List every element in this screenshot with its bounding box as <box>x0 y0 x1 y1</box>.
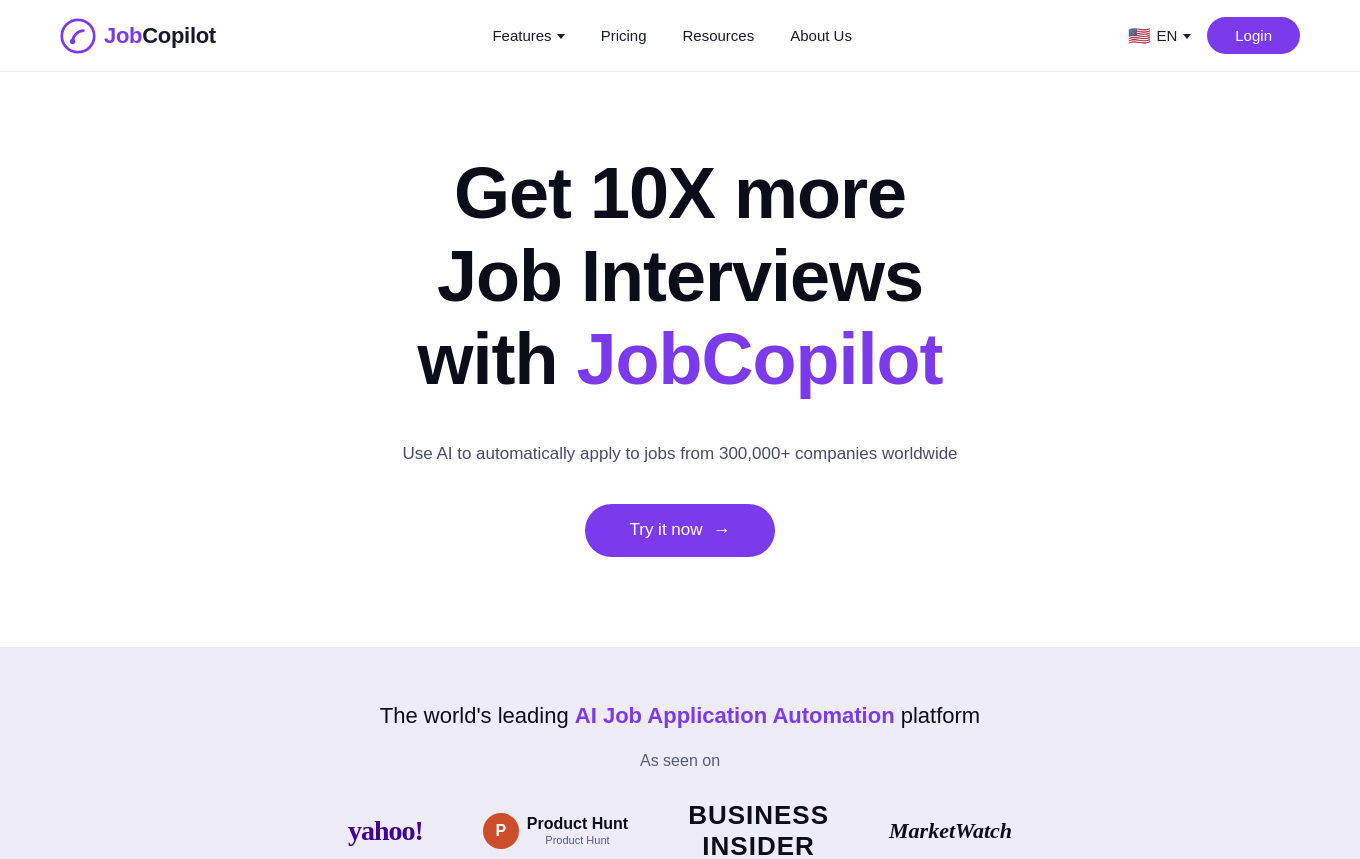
title-suffix: platform <box>895 703 981 728</box>
producthunt-logo: P Product Hunt Product Hunt <box>483 813 628 849</box>
nav-label-pricing: Pricing <box>601 27 647 44</box>
svg-point-0 <box>62 19 94 51</box>
hero-line1: Get 10X more <box>454 153 906 233</box>
try-now-button[interactable]: Try it now → <box>585 504 774 557</box>
nav-label-resources: Resources <box>682 27 754 44</box>
nav-links: Features Pricing Resources About Us <box>492 27 851 44</box>
nav-link-about[interactable]: About Us <box>790 27 852 44</box>
hero-line2: Job Interviews <box>437 236 923 316</box>
hero-subtitle: Use AI to automatically apply to jobs fr… <box>402 440 957 467</box>
logo-copilot: Copilot <box>142 23 216 48</box>
nav-right: 🇺🇸 EN Login <box>1128 17 1300 54</box>
social-proof-section: The world's leading AI Job Application A… <box>0 647 1360 859</box>
ph-circle-icon: P <box>483 813 519 849</box>
title-highlight: AI Job Application Automation <box>575 703 895 728</box>
hero-brand: JobCopilot <box>577 319 943 399</box>
business-insider-logo: BUSINESSINSIDER <box>688 800 829 859</box>
flag-icon: 🇺🇸 <box>1128 25 1150 47</box>
nav-link-resources[interactable]: Resources <box>682 27 754 44</box>
logo-icon <box>60 18 96 54</box>
title-prefix: The world's leading <box>380 703 575 728</box>
hero-heading: Get 10X more Job Interviews with JobCopi… <box>418 152 943 400</box>
nav-item-features[interactable]: Features <box>492 27 564 44</box>
press-logos: yahoo! P Product Hunt Product Hunt BUSIN… <box>60 800 1300 859</box>
ph-text: Product Hunt Product Hunt <box>527 814 628 846</box>
social-proof-title: The world's leading AI Job Application A… <box>60 699 1300 732</box>
yahoo-logo: yahoo! <box>348 815 423 847</box>
nav-label-about: About Us <box>790 27 852 44</box>
hero-line3-prefix: with <box>418 319 577 399</box>
svg-point-1 <box>70 38 75 43</box>
login-button[interactable]: Login <box>1207 17 1300 54</box>
hero-line3: with JobCopilot <box>418 319 943 399</box>
logo[interactable]: JobCopilot <box>60 18 216 54</box>
hero-section: Get 10X more Job Interviews with JobCopi… <box>0 72 1360 647</box>
main-nav: JobCopilot Features Pricing Resources Ab… <box>0 0 1360 72</box>
arrow-right-icon: → <box>713 520 731 541</box>
as-seen-on-label: As seen on <box>60 752 1300 770</box>
nav-item-pricing[interactable]: Pricing <box>601 27 647 44</box>
hero-brand-job: Job <box>577 319 702 399</box>
cta-label: Try it now <box>629 520 702 540</box>
nav-item-resources[interactable]: Resources <box>682 27 754 44</box>
lang-chevron-icon <box>1183 34 1191 39</box>
logo-text: JobCopilot <box>104 23 216 49</box>
nav-label-features: Features <box>492 27 551 44</box>
chevron-down-icon <box>557 34 565 39</box>
lang-code: EN <box>1156 27 1177 44</box>
nav-link-features[interactable]: Features <box>492 27 564 44</box>
nav-item-about[interactable]: About Us <box>790 27 852 44</box>
logo-job: Job <box>104 23 142 48</box>
language-selector[interactable]: 🇺🇸 EN <box>1128 25 1191 47</box>
nav-link-pricing[interactable]: Pricing <box>601 27 647 44</box>
marketwatch-logo: MarketWatch <box>889 818 1012 844</box>
hero-brand-copilot: Copilot <box>702 319 943 399</box>
